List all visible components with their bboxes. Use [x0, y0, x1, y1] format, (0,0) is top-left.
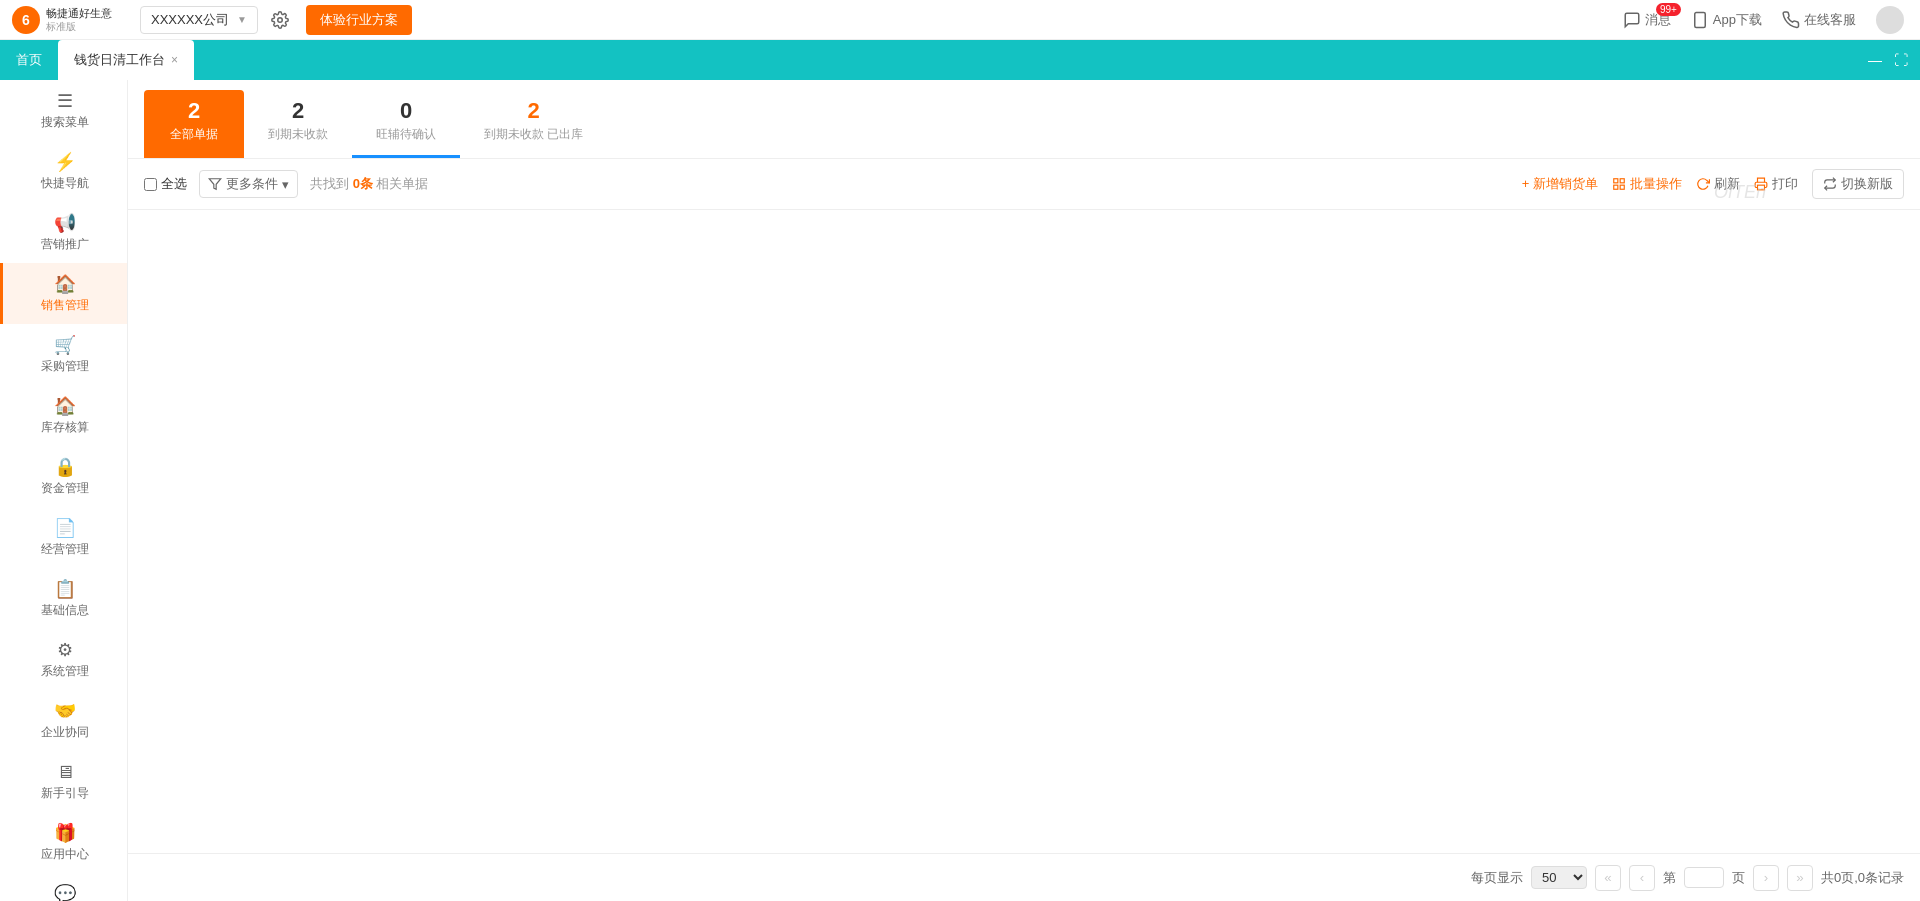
- switch-icon: [1823, 177, 1837, 191]
- inventory-icon: 🏠: [54, 397, 76, 415]
- stat-tab-all[interactable]: 2 全部单据: [144, 90, 244, 158]
- sidebar-item-newcomer[interactable]: 🖥 新手引导: [0, 751, 127, 812]
- batch-icon: [1612, 177, 1626, 191]
- sidebar-item-collab[interactable]: 🤝 企业协同: [0, 690, 127, 751]
- first-page-button[interactable]: «: [1595, 865, 1621, 891]
- fund-icon: 🔒: [54, 458, 76, 476]
- stats-tabs: 2 全部单据 2 到期未收款 0 旺辅待确认 2 到期未收款 已出库: [128, 80, 1920, 159]
- table-area: [128, 210, 1920, 853]
- tab-close-icon[interactable]: ×: [171, 53, 178, 67]
- trial-button[interactable]: 体验行业方案: [306, 5, 412, 35]
- print-button[interactable]: 打印: [1754, 175, 1798, 193]
- home-tab[interactable]: 首页: [0, 40, 58, 80]
- found-text: 共找到 0条 相关单据: [310, 175, 428, 193]
- user-avatar[interactable]: [1876, 6, 1908, 34]
- switch-new-button[interactable]: 切换新版: [1812, 169, 1904, 199]
- messages-badge: 99+: [1656, 3, 1681, 16]
- more-filter-button[interactable]: 更多条件 ▾: [199, 170, 298, 198]
- logo-text: 畅捷通好生意 标准版: [46, 6, 112, 33]
- purchase-icon: 🛒: [54, 336, 76, 354]
- svg-rect-4: [1614, 179, 1618, 183]
- sidebar-item-purchase[interactable]: 🛒 采购管理: [0, 324, 127, 385]
- total-info: 共0页,0条记录: [1821, 869, 1904, 887]
- app-center-icon: 🎁: [54, 824, 76, 842]
- header-right: 消息 99+ App下载 在线客服: [1623, 6, 1908, 34]
- pagination-bar: 每页显示 50 10 20 100 « ‹ 第 1 页 › » 共0页,0条记录: [128, 853, 1920, 901]
- batch-ops-button[interactable]: 批量操作: [1612, 175, 1682, 193]
- next-page-button[interactable]: ›: [1753, 865, 1779, 891]
- svg-point-0: [278, 17, 283, 22]
- select-all-input[interactable]: [144, 178, 157, 191]
- select-all-checkbox[interactable]: 全选: [144, 175, 187, 193]
- online-service-button[interactable]: 在线客服: [1782, 11, 1856, 29]
- page-number-input[interactable]: 1: [1684, 867, 1724, 888]
- print-icon: [1754, 177, 1768, 191]
- svg-rect-7: [1614, 186, 1618, 190]
- sidebar-item-app-center[interactable]: 🎁 应用中心: [0, 812, 127, 873]
- sidebar-item-sales[interactable]: 🏠 销售管理: [0, 263, 127, 324]
- search-menu-icon: ☰: [57, 92, 73, 110]
- tab-bar: 首页 钱货日清工作台 × — ⛶: [0, 40, 1920, 80]
- svg-rect-6: [1620, 186, 1624, 190]
- chevron-down-icon: ▾: [282, 177, 289, 192]
- svg-rect-5: [1620, 179, 1624, 183]
- main-layout: ☰ 搜索菜单 ⚡ 快捷导航 📢 营销推广 🏠 销售管理 🛒 采购管理 🏠 库存核…: [0, 80, 1920, 901]
- sidebar-item-corp-wechat[interactable]: 💬 企业微信: [0, 873, 127, 901]
- sidebar-item-search-menu[interactable]: ☰ 搜索菜单: [0, 80, 127, 141]
- sidebar-item-basic[interactable]: 📋 基础信息: [0, 568, 127, 629]
- toolbar: 全选 更多条件 ▾ 共找到 0条 相关单据 + 新增销货单 批量操作: [128, 159, 1920, 210]
- company-selector[interactable]: XXXXXX公司 ▼: [140, 6, 258, 34]
- stat-tab-pending[interactable]: 0 旺辅待确认: [352, 90, 460, 158]
- stat-tab-shipped[interactable]: 2 到期未收款 已出库: [460, 90, 607, 158]
- svg-marker-3: [209, 179, 221, 190]
- toolbar-right: + 新增销货单 批量操作 刷新 打印 切换新版: [1522, 169, 1904, 199]
- refresh-icon: [1696, 177, 1710, 191]
- stat-tab-overdue[interactable]: 2 到期未收款: [244, 90, 352, 158]
- sales-icon: 🏠: [54, 275, 76, 293]
- svg-rect-8: [1758, 186, 1765, 191]
- sidebar-item-quick-nav[interactable]: ⚡ 快捷导航: [0, 141, 127, 202]
- sidebar: ☰ 搜索菜单 ⚡ 快捷导航 📢 营销推广 🏠 销售管理 🛒 采购管理 🏠 库存核…: [0, 80, 128, 901]
- app-download-button[interactable]: App下载: [1691, 11, 1762, 29]
- logo-area: 6 畅捷通好生意 标准版: [12, 6, 140, 34]
- tab-bar-controls: — ⛶: [1868, 52, 1920, 68]
- refresh-button[interactable]: 刷新: [1696, 175, 1740, 193]
- add-sales-button[interactable]: + 新增销货单: [1522, 175, 1598, 193]
- workbench-tab[interactable]: 钱货日清工作台 ×: [58, 40, 194, 80]
- maximize-icon[interactable]: ⛶: [1894, 52, 1908, 68]
- avatar: [1876, 6, 1904, 34]
- quick-nav-icon: ⚡: [54, 153, 76, 171]
- biz-icon: 📄: [54, 519, 76, 537]
- sidebar-item-fund[interactable]: 🔒 资金管理: [0, 446, 127, 507]
- page-size-select[interactable]: 50 10 20 100: [1531, 866, 1587, 889]
- sidebar-item-system[interactable]: ⚙ 系统管理: [0, 629, 127, 690]
- messages-button[interactable]: 消息 99+: [1623, 11, 1671, 29]
- top-header: 6 畅捷通好生意 标准版 XXXXXX公司 ▼ 体验行业方案 消息 99+ Ap…: [0, 0, 1920, 40]
- logo-icon: 6: [12, 6, 40, 34]
- marketing-icon: 📢: [54, 214, 76, 232]
- last-page-button[interactable]: »: [1787, 865, 1813, 891]
- sidebar-item-inventory[interactable]: 🏠 库存核算: [0, 385, 127, 446]
- sidebar-item-marketing[interactable]: 📢 营销推广: [0, 202, 127, 263]
- content-area: 2 全部单据 2 到期未收款 0 旺辅待确认 2 到期未收款 已出库 全选: [128, 80, 1920, 901]
- chevron-down-icon: ▼: [237, 14, 247, 25]
- basic-icon: 📋: [54, 580, 76, 598]
- settings-icon[interactable]: [266, 6, 294, 34]
- sidebar-item-biz[interactable]: 📄 经营管理: [0, 507, 127, 568]
- system-icon: ⚙: [57, 641, 73, 659]
- minimize-icon[interactable]: —: [1868, 52, 1882, 68]
- newcomer-icon: 🖥: [56, 763, 74, 781]
- corp-wechat-icon: 💬: [54, 885, 76, 901]
- prev-page-button[interactable]: ‹: [1629, 865, 1655, 891]
- filter-icon: [208, 177, 222, 191]
- collab-icon: 🤝: [54, 702, 76, 720]
